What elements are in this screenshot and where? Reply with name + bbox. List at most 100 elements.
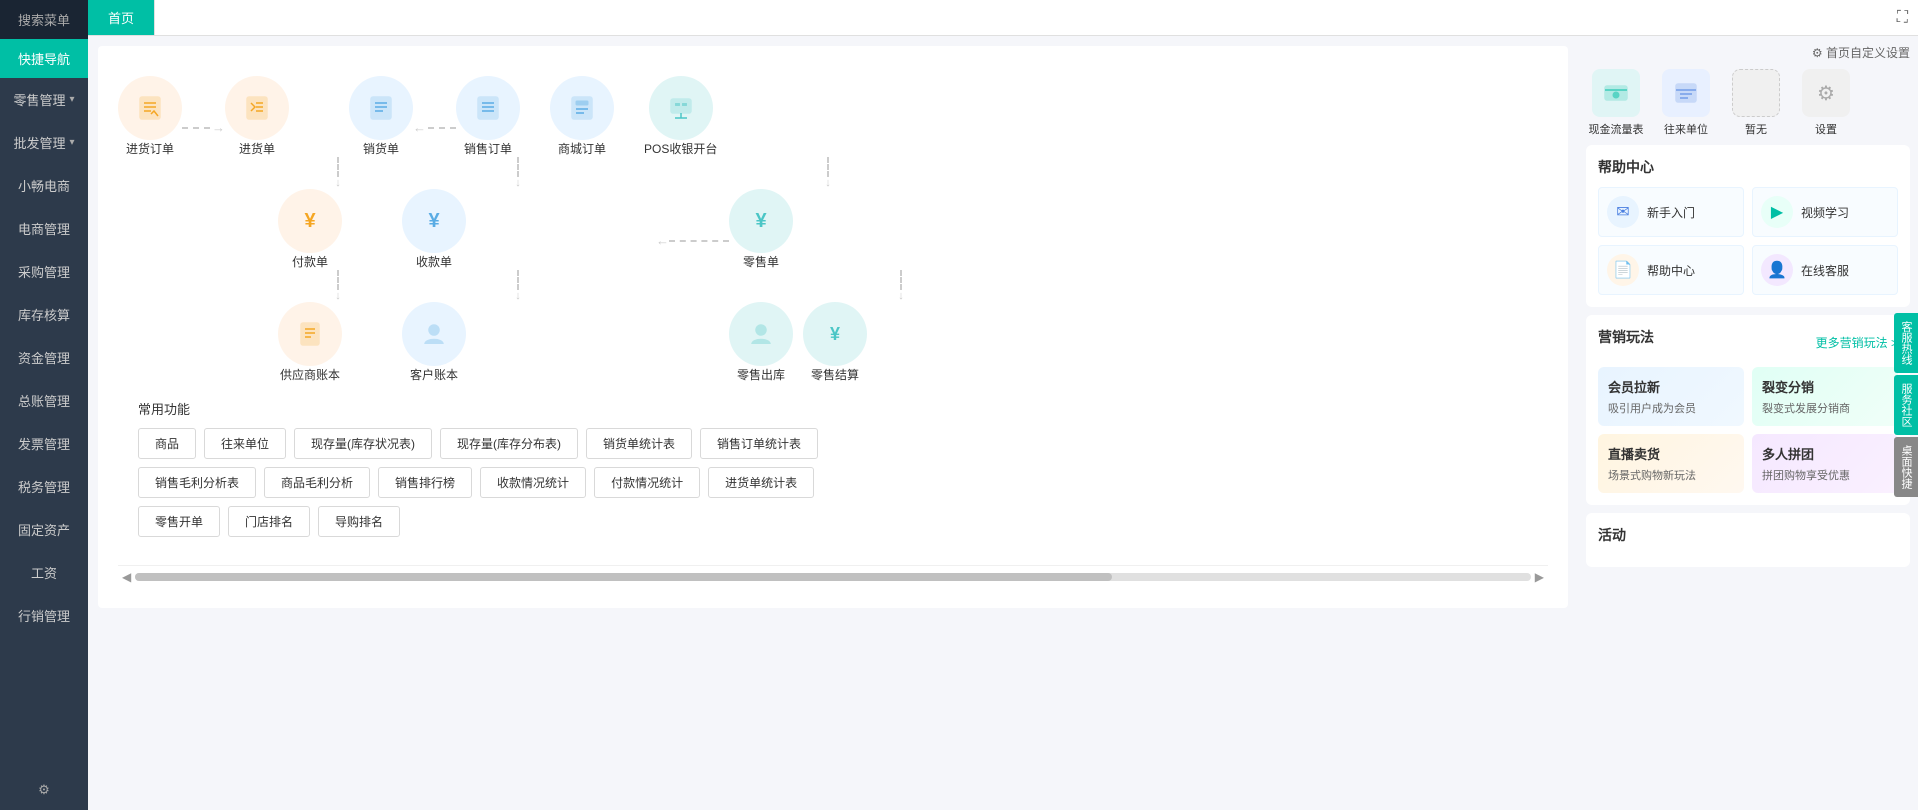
quick-icon-counterpart[interactable]: 往来单位 — [1656, 69, 1716, 137]
wholesale-arrow-icon: ▾ — [69, 137, 74, 148]
sidebar-item-salary[interactable]: 工资 — [0, 551, 88, 594]
left-panel: 进货订单 → — [88, 36, 1578, 810]
supplier-ledger-icon — [278, 302, 342, 366]
sidebar: 搜索菜单 快捷导航 零售管理 ▾ 批发管理 ▾ 小畅电商 电商管理 采购管理 库… — [0, 0, 88, 810]
help-item-online-service[interactable]: 👤 在线客服 — [1752, 245, 1898, 295]
node-purchase-order[interactable]: 进货订单 — [118, 76, 182, 157]
pos-icon — [649, 76, 713, 140]
func-btn-payment-stats[interactable]: 付款情况统计 — [594, 467, 700, 498]
common-func-title: 常用功能 — [138, 399, 1528, 418]
node-payment[interactable]: ¥ 付款单 — [278, 189, 342, 270]
tab-home[interactable]: 首页 — [88, 0, 155, 35]
quick-icon-settings[interactable]: ⚙ 设置 — [1796, 69, 1856, 137]
sales-slip-icon — [349, 76, 413, 140]
beginner-icon: ✉ — [1607, 196, 1639, 228]
receipt-icon: ¥ — [402, 189, 466, 253]
activity-title: 活动 — [1598, 525, 1898, 545]
settings-icon: ⚙ — [38, 782, 50, 797]
func-btn-guide-ranking[interactable]: 导购排名 — [318, 506, 400, 537]
func-btn-sales-ranking[interactable]: 销售排行榜 — [378, 467, 472, 498]
node-mall-order[interactable]: 商城订单 — [550, 76, 614, 157]
node-customer-ledger[interactable]: 客户账本 — [402, 302, 466, 383]
sidebar-search[interactable]: 搜索菜单 — [0, 0, 88, 39]
node-sales-slip[interactable]: 销货单 — [349, 76, 413, 157]
node-purchase-slip[interactable]: 进货单 — [225, 76, 289, 157]
more-marketing-link[interactable]: 更多营销玩法 > — [1816, 334, 1898, 351]
common-functions: 常用功能 商品 往来单位 现存量(库存状况表) 现存量(库存分布表) 销货单统计… — [118, 399, 1548, 565]
sidebar-item-wholesale[interactable]: 批发管理 ▾ — [0, 121, 88, 164]
horizontal-scrollbar[interactable]: ◀ ▶ — [118, 565, 1548, 588]
retail-settlement-icon: ¥ — [803, 302, 867, 366]
purchase-slip-icon — [225, 76, 289, 140]
help-item-beginner[interactable]: ✉ 新手入门 — [1598, 187, 1744, 237]
mkt-item-live[interactable]: 直播卖货 场景式购物新玩法 — [1598, 434, 1744, 493]
func-btn-sales-order-stats[interactable]: 销售订单统计表 — [700, 428, 818, 459]
mall-order-icon — [550, 76, 614, 140]
func-btn-goods-profit[interactable]: 商品毛利分析 — [264, 467, 370, 498]
help-item-help-center[interactable]: 📄 帮助中心 — [1598, 245, 1744, 295]
help-doc-icon: 📄 — [1607, 254, 1639, 286]
func-btn-inventory-status[interactable]: 现存量(库存状况表) — [294, 428, 432, 459]
func-btn-row-2: 销售毛利分析表 商品毛利分析 销售排行榜 收款情况统计 付款情况统计 进货单统计… — [138, 467, 1528, 498]
func-btn-row-3: 零售开单 门店排名 导购排名 — [138, 506, 1528, 537]
func-btn-row-1: 商品 往来单位 现存量(库存状况表) 现存量(库存分布表) 销货单统计表 销售订… — [138, 428, 1528, 459]
node-supplier-ledger[interactable]: 供应商账本 — [278, 302, 342, 383]
func-btn-goods[interactable]: 商品 — [138, 428, 196, 459]
node-sales-order[interactable]: 销售订单 — [456, 76, 520, 157]
sidebar-item-finance[interactable]: 资金管理 — [0, 336, 88, 379]
func-btn-store-ranking[interactable]: 门店排名 — [228, 506, 310, 537]
mkt-item-member[interactable]: 会员拉新 吸引用户成为会员 — [1598, 367, 1744, 426]
func-btn-purchase-stats[interactable]: 进货单统计表 — [708, 467, 814, 498]
func-btn-counterpart[interactable]: 往来单位 — [204, 428, 286, 459]
func-btn-inventory-dist[interactable]: 现存量(库存分布表) — [440, 428, 578, 459]
customize-link[interactable]: ⚙ 首页自定义设置 — [1812, 44, 1910, 61]
help-grid: ✉ 新手入门 ▶ 视频学习 📄 帮助中心 👤 在线客服 — [1598, 187, 1898, 295]
scroll-right-arrow[interactable]: ▶ — [1531, 570, 1548, 584]
sidebar-item-fixed-assets[interactable]: 固定资产 — [0, 508, 88, 551]
mkt-item-fission[interactable]: 裂变分销 裂变式发展分销商 — [1752, 367, 1898, 426]
side-buttons: 客服热线 服务社区 桌面快捷 — [1894, 313, 1918, 497]
sidebar-item-inventory[interactable]: 库存核算 — [0, 293, 88, 336]
func-btn-receipt-stats[interactable]: 收款情况统计 — [480, 467, 586, 498]
sidebar-item-ecommerce-small[interactable]: 小畅电商 — [0, 164, 88, 207]
node-retail-outbound[interactable]: 零售出库 — [729, 302, 793, 383]
node-pos[interactable]: POS收银开台 — [644, 76, 717, 157]
side-btn-service[interactable]: 客服热线 — [1894, 313, 1918, 373]
scroll-left-arrow[interactable]: ◀ — [118, 570, 135, 584]
sidebar-settings-button[interactable]: ⚙ — [0, 770, 88, 810]
tab-bar: 首页 ⛶ — [88, 0, 1918, 36]
help-item-video[interactable]: ▶ 视频学习 — [1752, 187, 1898, 237]
page-body: 进货订单 → — [88, 36, 1918, 810]
sidebar-item-purchase[interactable]: 采购管理 — [0, 250, 88, 293]
main-content: 首页 ⛶ — [88, 0, 1918, 810]
sidebar-item-marketing[interactable]: 行销管理 — [0, 594, 88, 637]
sidebar-quicknav[interactable]: 快捷导航 — [0, 39, 88, 78]
settings-icon-box: ⚙ — [1802, 69, 1850, 117]
payment-icon: ¥ — [278, 189, 342, 253]
help-center-title: 帮助中心 — [1598, 157, 1898, 177]
quick-icon-cashflow[interactable]: 现金流量表 — [1586, 69, 1646, 137]
customer-ledger-icon — [402, 302, 466, 366]
activity-card: 活动 — [1586, 513, 1910, 567]
side-btn-desktop[interactable]: 桌面快捷 — [1894, 437, 1918, 497]
retail-slip-icon: ¥ — [729, 189, 793, 253]
sidebar-item-retail[interactable]: 零售管理 ▾ — [0, 78, 88, 121]
sidebar-item-ledger[interactable]: 总账管理 — [0, 379, 88, 422]
node-receipt[interactable]: ¥ 收款单 — [402, 189, 466, 270]
side-btn-community[interactable]: 服务社区 — [1894, 375, 1918, 435]
func-btn-retail-open[interactable]: 零售开单 — [138, 506, 220, 537]
quick-icon-none[interactable]: 暂无 — [1726, 69, 1786, 137]
node-retail-slip[interactable]: ¥ 零售单 — [729, 189, 793, 270]
video-icon: ▶ — [1761, 196, 1793, 228]
func-btn-sales-profit[interactable]: 销售毛利分析表 — [138, 467, 256, 498]
quick-access: 现金流量表 往来单位 暂无 — [1586, 69, 1910, 137]
expand-icon[interactable]: ⛶ — [1897, 9, 1908, 26]
sidebar-item-invoice[interactable]: 发票管理 — [0, 422, 88, 465]
func-btn-sales-stats[interactable]: 销货单统计表 — [586, 428, 692, 459]
marketing-title: 营销玩法 — [1598, 327, 1654, 347]
scroll-track[interactable] — [135, 573, 1531, 581]
node-retail-settlement[interactable]: ¥ 零售结算 — [803, 302, 867, 383]
sidebar-item-tax[interactable]: 税务管理 — [0, 465, 88, 508]
mkt-item-group[interactable]: 多人拼团 拼团购物享受优惠 — [1752, 434, 1898, 493]
sidebar-item-ecommerce-mgmt[interactable]: 电商管理 — [0, 207, 88, 250]
